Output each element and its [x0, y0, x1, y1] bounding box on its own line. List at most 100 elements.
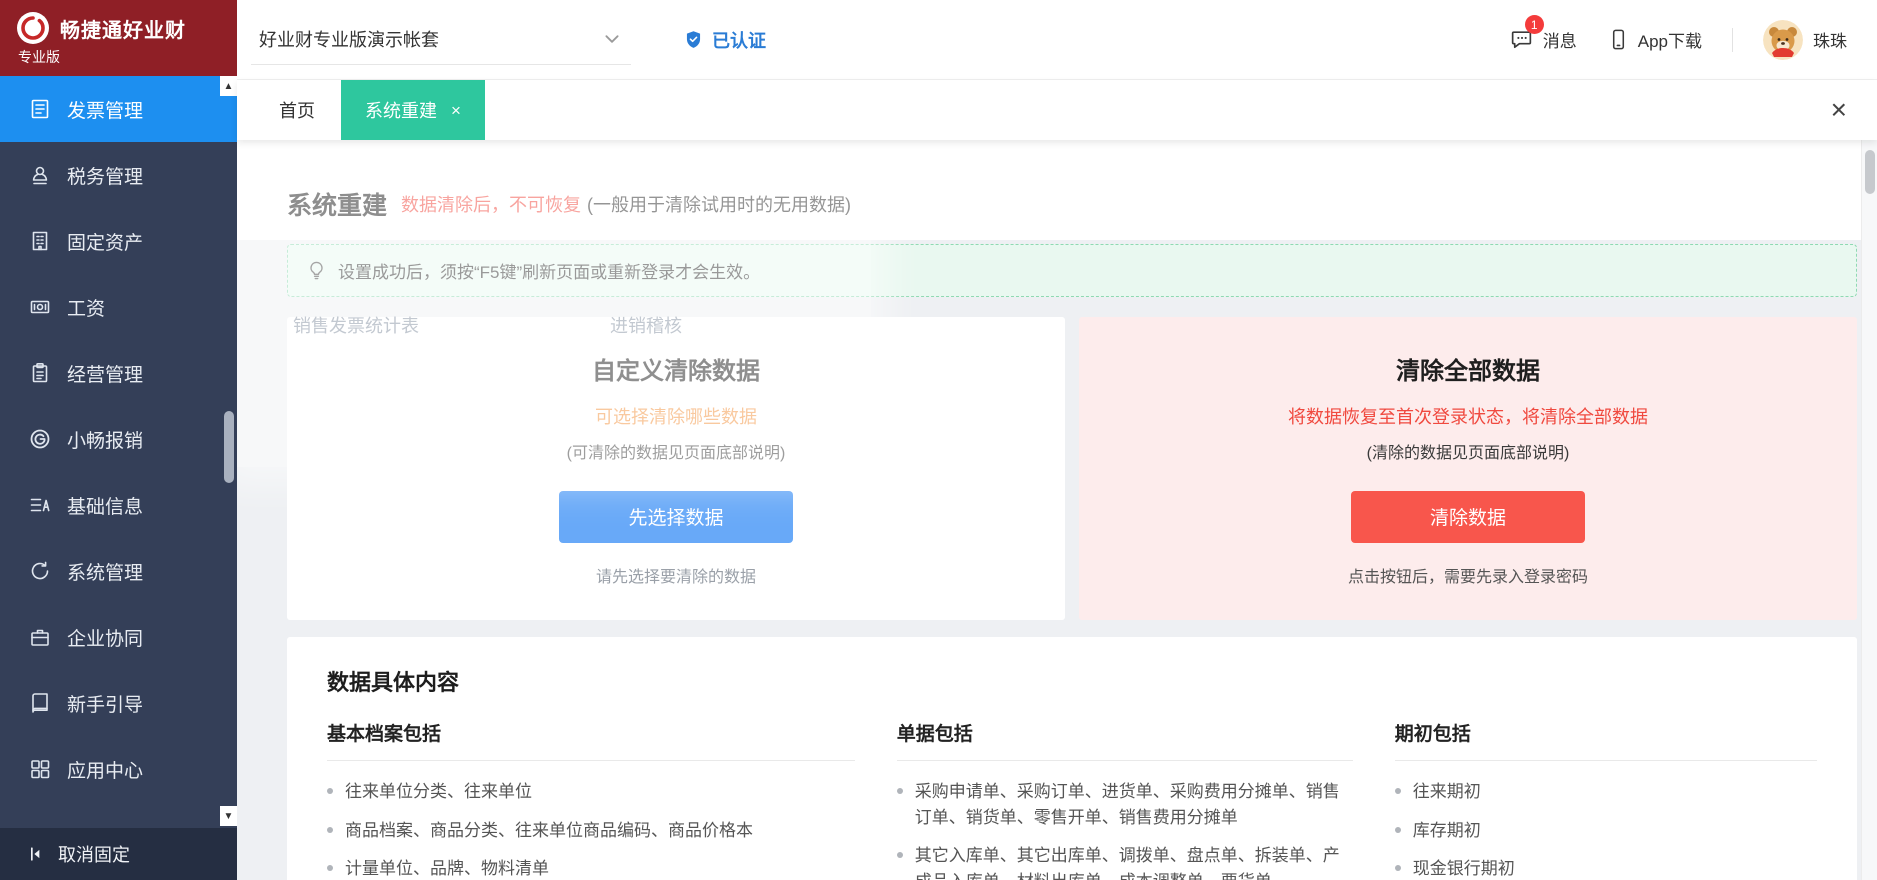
- clear-all-subtitle: 将数据恢复至首次登录状态，将清除全部数据: [1288, 406, 1648, 427]
- bullet-icon: [327, 865, 333, 871]
- title-warning-text: 数据清除后，不可恢复: [401, 195, 582, 215]
- column-header: 基本档案包括: [327, 719, 855, 761]
- sidebar-item-reimburse[interactable]: 小畅报销: [0, 406, 237, 472]
- list-item: 库存期初: [1394, 818, 1817, 844]
- unpin-label: 取消固定: [58, 845, 130, 865]
- data-details-card: 数据具体内容 基本档案包括 往来单位分类、往来单位 商品档案、商品分类、往来单位…: [287, 637, 1857, 880]
- list-item: 往来单位分类、往来单位: [327, 779, 855, 805]
- clear-data-button[interactable]: 清除数据: [1351, 490, 1585, 543]
- collapse-icon: [26, 844, 46, 864]
- brand-block: 畅捷通好业财 专业版: [0, 0, 237, 76]
- topbar-divider: [1732, 27, 1733, 52]
- tabbar: 首页 系统重建 × ×: [237, 80, 1877, 140]
- certified-badge[interactable]: 已认证: [683, 27, 766, 53]
- notice-text: 设置成功后，须按“F5键”刷新页面或重新登录才会生效。: [338, 263, 761, 282]
- account-set-selector[interactable]: 好业财专业版演示帐套: [251, 14, 631, 65]
- sidebar-item-label: 系统管理: [67, 562, 144, 584]
- clipboard-icon: [28, 361, 52, 385]
- sidebar-item-tax[interactable]: 税务管理: [0, 142, 237, 208]
- sidebar-item-business[interactable]: 经营管理: [0, 340, 237, 406]
- custom-clear-title: 自定义清除数据: [592, 357, 760, 385]
- messages-count-badge: 1: [1524, 15, 1544, 34]
- sidebar-item-fixed-assets[interactable]: 固定资产: [0, 208, 237, 274]
- account-set-value: 好业财专业版演示帐套: [259, 30, 439, 50]
- bullet-icon: [1394, 788, 1401, 794]
- sidebar-item-label: 基础信息: [67, 496, 144, 518]
- sidebar-nav: 发票管理 税务管理 固定资产 工资 经营管理 小畅报销 基础信息 系统管理 企业…: [0, 76, 237, 828]
- building-icon: [28, 229, 52, 253]
- brand-name: 畅捷通好业财: [60, 19, 186, 42]
- bullet-icon: [896, 852, 903, 858]
- custom-clear-card: 自定义清除数据 可选择清除哪些数据 (可清除的数据见页面底部说明) 先选择数据 …: [287, 317, 1065, 620]
- tab-home[interactable]: 首页: [253, 80, 341, 140]
- notice-banner: 设置成功后，须按“F5键”刷新页面或重新登录才会生效。: [287, 244, 1857, 297]
- briefcase-icon: [28, 625, 52, 649]
- sidebar-item-label: 应用中心: [67, 760, 144, 782]
- scroll-up-arrow-icon[interactable]: ▲: [220, 76, 237, 96]
- smartphone-icon: [1607, 28, 1630, 51]
- sidebar: 畅捷通好业财 专业版 发票管理 税务管理 固定资产 工资 经营管理 小畅报销 基…: [0, 0, 237, 880]
- bullet-icon: [896, 788, 903, 794]
- app-download-button[interactable]: App下载: [1607, 27, 1702, 52]
- custom-clear-note: (可清除的数据见页面底部说明): [566, 444, 786, 462]
- sidebar-item-guide[interactable]: 新手引导: [0, 670, 237, 736]
- list-item-text: 商品档案、商品分类、往来单位商品编码、商品价格本: [345, 820, 753, 840]
- close-all-tabs-icon[interactable]: ×: [1831, 96, 1847, 124]
- title-note-text: (一般用于清除试用时的无用数据): [587, 195, 852, 215]
- sidebar-scrollbar[interactable]: ▲ ▼: [220, 76, 237, 828]
- content-scrollbar-thumb[interactable]: [1865, 150, 1875, 194]
- list-item: 采购申请单、采购订单、进货单、采购费用分摊单、销售订单、销货单、零售开单、销售费…: [896, 779, 1353, 830]
- sidebar-item-salary[interactable]: 工资: [0, 274, 237, 340]
- topbar-right: 1 消息 App下载 珠珠: [1509, 15, 1847, 60]
- content-scrollbar[interactable]: [1861, 140, 1877, 880]
- list-item-text: 往来期初: [1412, 782, 1481, 801]
- sidebar-item-collaboration[interactable]: 企业协同: [0, 604, 237, 670]
- brand-logo-icon: [16, 11, 50, 45]
- sidebar-item-label: 税务管理: [67, 166, 144, 188]
- list-item: 计量单位、品牌、物料清单: [327, 856, 855, 880]
- chevron-down-icon: [603, 30, 621, 48]
- list-item: 往来期初: [1394, 779, 1817, 805]
- sidebar-item-system[interactable]: 系统管理: [0, 538, 237, 604]
- invoice-icon: [28, 97, 52, 121]
- book-icon: [28, 691, 52, 715]
- list-a-icon: [28, 493, 52, 517]
- username: 珠珠: [1813, 32, 1847, 51]
- sidebar-item-app-center[interactable]: 应用中心: [0, 736, 237, 802]
- clear-all-card: 清除全部数据 将数据恢复至首次登录状态，将清除全部数据 (清除的数据见页面底部说…: [1079, 317, 1857, 620]
- select-data-button[interactable]: 先选择数据: [559, 490, 793, 543]
- list-item-text: 采购申请单、采购订单、进货单、采购费用分摊单、销售订单、销货单、零售开单、销售费…: [914, 782, 1340, 827]
- column-header: 单据包括: [896, 719, 1353, 761]
- scroll-down-arrow-icon[interactable]: ▼: [220, 806, 237, 826]
- grid-icon: [28, 757, 52, 781]
- list-item-text: 现金银行期初: [1412, 859, 1515, 878]
- user-menu[interactable]: 珠珠: [1763, 19, 1847, 60]
- tab-active-label: 系统重建: [365, 101, 437, 121]
- column-list: 往来单位分类、往来单位 商品档案、商品分类、往来单位商品编码、商品价格本 计量单…: [327, 779, 855, 880]
- tab-system-rebuild[interactable]: 系统重建 ×: [341, 80, 485, 140]
- page-title: 系统重建: [287, 192, 388, 220]
- sidebar-item-basic-info[interactable]: 基础信息: [0, 472, 237, 538]
- clear-all-title: 清除全部数据: [1396, 357, 1540, 385]
- clear-all-note: (清除的数据见页面底部说明): [1366, 444, 1570, 462]
- list-item-text: 其它入库单、其它出库单、调拨单、盘点单、拆装单、产成品入库单、材料出库单、成本调…: [914, 846, 1340, 880]
- sidebar-scrollbar-thumb[interactable]: [224, 411, 234, 483]
- sidebar-item-label: 新手引导: [67, 694, 144, 716]
- data-details-title: 数据具体内容: [327, 670, 460, 695]
- column-list: 往来期初 库存期初 现金银行期初 科目期初: [1394, 779, 1817, 880]
- messages-button[interactable]: 1 消息: [1509, 15, 1577, 52]
- tax-stamp-icon: [28, 163, 52, 187]
- bullet-icon: [1394, 826, 1401, 833]
- list-item-text: 往来单位分类、往来单位: [345, 782, 532, 801]
- bullet-icon: [327, 826, 333, 833]
- list-item-text: 库存期初: [1412, 820, 1481, 840]
- avatar: [1763, 19, 1803, 60]
- sidebar-item-invoice[interactable]: 发票管理: [0, 76, 237, 142]
- tab-close-icon[interactable]: ×: [451, 102, 461, 119]
- tab-home-label: 首页: [279, 101, 315, 121]
- bullet-icon: [1394, 865, 1401, 871]
- unpin-sidebar-button[interactable]: 取消固定: [0, 828, 237, 880]
- banknote-icon: [28, 295, 52, 319]
- lightbulb-icon: [306, 260, 327, 281]
- details-column-documents: 单据包括 采购申请单、采购订单、进货单、采购费用分摊单、销售订单、销货单、零售开…: [896, 719, 1353, 880]
